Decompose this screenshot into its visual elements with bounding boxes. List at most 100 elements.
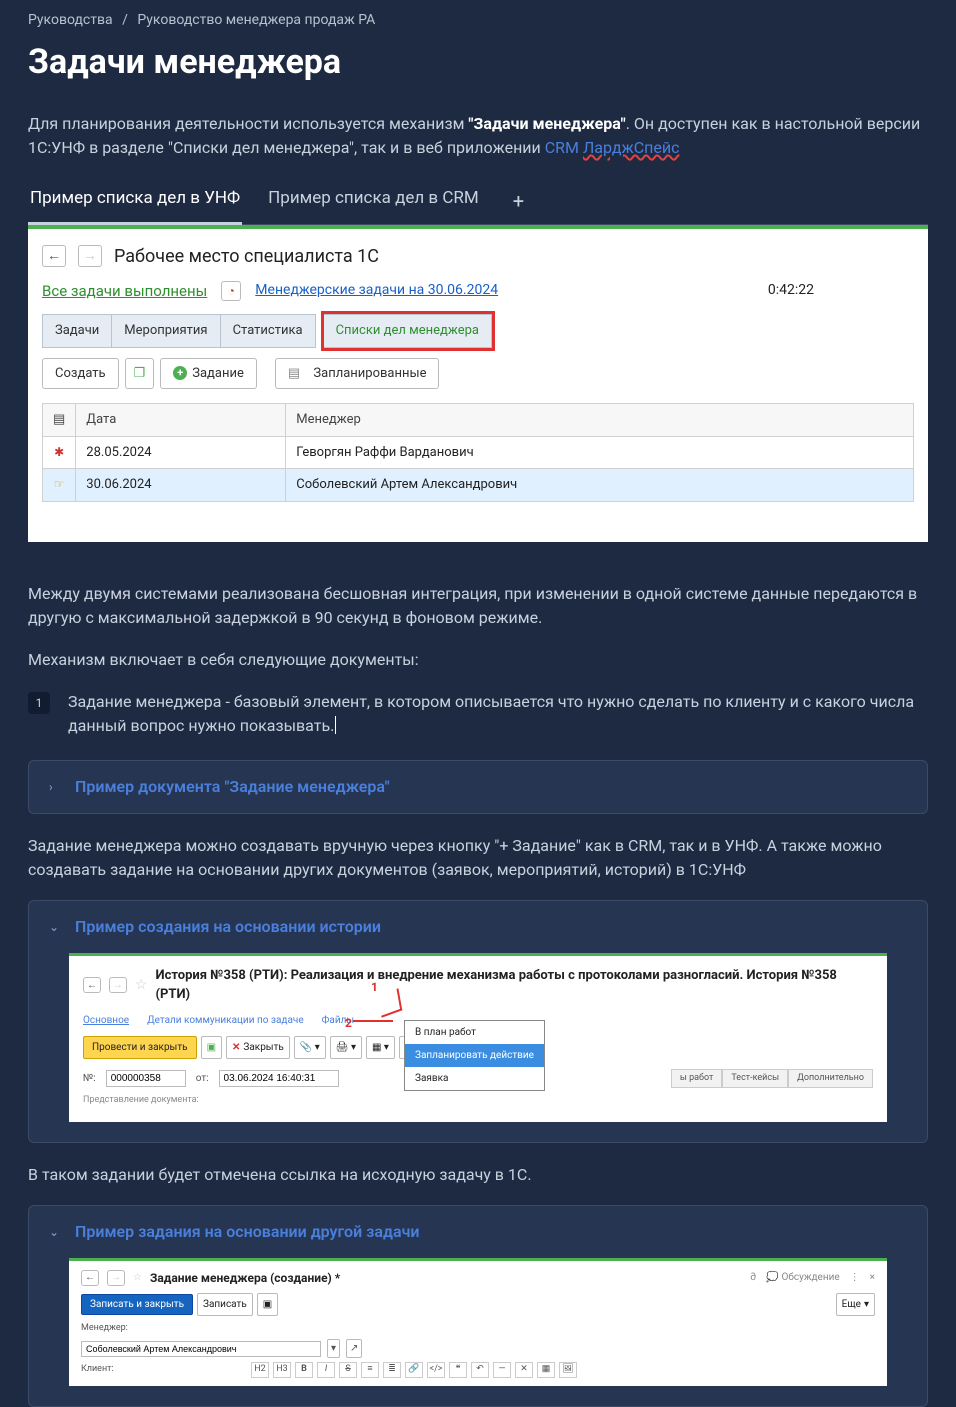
table-button[interactable]: ▦ [537, 1362, 555, 1378]
save-button[interactable]: Записать [197, 1293, 253, 1316]
close-icon[interactable]: × [870, 1270, 875, 1285]
col-manager[interactable]: Менеджер [286, 404, 914, 437]
code-button[interactable]: </> [427, 1362, 445, 1378]
task-button[interactable]: +Задание [160, 358, 257, 390]
breadcrumb-root[interactable]: Руководства [28, 12, 113, 28]
clock-icon[interactable]: ◔ [221, 281, 241, 301]
workspace-title: Рабочее место специалиста 1С [114, 243, 379, 270]
panel-create-from-history: ⌄ Пример создания на основании истории ←… [28, 900, 928, 1143]
manager-input[interactable] [81, 1341, 321, 1357]
star-icon[interactable]: ☆ [135, 975, 148, 996]
section-main[interactable]: Основное [83, 1013, 129, 1028]
italic-button[interactable]: I [317, 1362, 335, 1378]
h2-button[interactable]: H2 [251, 1362, 269, 1378]
client-label: Клиент: [81, 1363, 135, 1377]
close-button[interactable]: ✕Закрыть [226, 1036, 290, 1059]
number-input[interactable] [106, 1070, 186, 1087]
create-based-on-button[interactable]: ▦ ▾ [366, 1036, 395, 1059]
forward-button[interactable]: → [78, 245, 102, 267]
forward-button[interactable]: → [109, 977, 127, 993]
manager-tasks-link[interactable]: Менеджерские задачи на 30.06.2024 [255, 280, 498, 301]
panel-title: Пример задания на основании другой задач… [75, 1220, 420, 1244]
back-button[interactable]: ← [81, 1270, 99, 1286]
save-and-close-button[interactable]: Записать и закрыть [81, 1294, 193, 1315]
tab-events[interactable]: Мероприятия [112, 314, 220, 348]
forward-button[interactable]: → [107, 1270, 125, 1286]
row-icon: ☞ [54, 477, 65, 491]
panel-toggle[interactable]: ⌄ Пример задания на основании другой зад… [29, 1206, 927, 1258]
strike-button[interactable]: S [339, 1362, 357, 1378]
panel-title: Пример создания на основании истории [75, 915, 381, 939]
list-item-number: 1 [28, 692, 50, 714]
subtab-testcases[interactable]: Тест-кейсы [722, 1069, 788, 1089]
create-button[interactable]: Создать [42, 358, 119, 390]
panel-task-doc-example: › Пример документа "Задание менеджера" [28, 760, 928, 814]
from-label: от: [196, 1071, 209, 1086]
tab-unf[interactable]: Пример списка дел в УНФ [28, 178, 242, 225]
save-and-close-button[interactable]: Провести и закрыть [83, 1036, 197, 1059]
tab-crm[interactable]: Пример списка дел в CRM [266, 178, 481, 225]
tab-manager-todolists[interactable]: Списки дел менеджера [324, 314, 492, 348]
link-note-paragraph: В таком задании будет отмечена ссылка на… [28, 1163, 928, 1187]
dropdown-button[interactable]: ▾ [327, 1339, 340, 1358]
discussion-link[interactable]: 💭 Обсуждение [766, 1270, 840, 1285]
tab-tasks[interactable]: Задачи [42, 314, 112, 348]
bullet-list-button[interactable]: ≡ [361, 1362, 379, 1378]
todo-table: ▤ Дата Менеджер ✱ 28.05.2024 Геворгян Ра… [42, 403, 914, 502]
tab-stats[interactable]: Статистика [221, 314, 316, 348]
subtab-additional[interactable]: Дополнительно [788, 1069, 873, 1089]
screenshot-history-create: ← → ☆ История №358 (РТИ): Реализация и в… [69, 953, 887, 1122]
menu-item-request[interactable]: Заявка [405, 1067, 544, 1090]
task-doc-title: Задание менеджера (создание) * [150, 1269, 742, 1287]
manager-label: Менеджер: [81, 1322, 135, 1336]
clear-button[interactable]: ✕ [515, 1362, 533, 1378]
attach-button[interactable]: 📎 ▾ [294, 1036, 326, 1059]
col-icon: ▤ [43, 404, 76, 437]
table-row[interactable]: ✱ 28.05.2024 Геворгян Раффи Варданович [43, 436, 914, 469]
copy-button[interactable]: ❐ [125, 358, 155, 390]
create-task-paragraph: Задание менеджера можно создавать вручну… [28, 834, 928, 882]
hr-button[interactable]: — [493, 1362, 511, 1378]
menu-item-workplan[interactable]: В план работ [405, 1021, 544, 1044]
crm-link[interactable]: CRM [545, 138, 579, 157]
doc-representation-label: Представление документа: [83, 1094, 873, 1108]
panel-toggle[interactable]: ⌄ Пример создания на основании истории [29, 901, 927, 953]
subtab-work[interactable]: ы работ [671, 1069, 723, 1089]
more-button[interactable]: Еще ▾ [836, 1293, 875, 1316]
col-date[interactable]: Дата [76, 404, 286, 437]
intro-paragraph: Для планирования деятельности использует… [28, 112, 928, 160]
panel-task-from-task: ⌄ Пример задания на основании другой зад… [28, 1205, 928, 1407]
chevron-down-icon: ⌄ [49, 918, 63, 936]
star-icon[interactable]: ☆ [133, 1270, 142, 1285]
all-tasks-done-link[interactable]: Все задачи выполнены [42, 280, 207, 303]
planned-button[interactable]: ▤ Запланированные [275, 358, 440, 390]
largespace-link[interactable]: ЛарджСпейс [583, 138, 680, 157]
table-row[interactable]: ☞ 30.06.2024 Соболевский Артем Александр… [43, 469, 914, 502]
panel-title: Пример документа "Задание менеджера" [75, 775, 390, 799]
section-details[interactable]: Детали коммуникации по задаче [147, 1013, 304, 1028]
date-input[interactable] [219, 1070, 339, 1087]
h3-button[interactable]: H3 [273, 1362, 291, 1378]
panel-toggle[interactable]: › Пример документа "Задание менеджера" [29, 761, 927, 813]
image-button[interactable]: 🖼 [559, 1362, 577, 1378]
back-button[interactable]: ← [42, 245, 66, 267]
add-tab-button[interactable]: + [505, 182, 532, 220]
save-button[interactable]: ▣ [201, 1036, 222, 1059]
menu-item-plan-action[interactable]: Запланировать действие [405, 1044, 544, 1067]
page-title: Задачи менеджера [28, 37, 928, 88]
chevron-down-icon: ⌄ [49, 1223, 63, 1241]
number-list-button[interactable]: ≣ [383, 1362, 401, 1378]
link-button[interactable]: 🔗 [405, 1362, 423, 1378]
print-button[interactable]: 🖨 ▾ [330, 1036, 362, 1059]
bold-button[interactable]: B [295, 1362, 313, 1378]
breadcrumb-sep: / [122, 12, 128, 28]
open-button[interactable]: ↗ [346, 1339, 362, 1358]
more-icon[interactable]: ⋮ [850, 1270, 860, 1285]
link-icon[interactable]: ∂ [750, 1270, 756, 1285]
rich-text-toolbar: H2 H3 B I S ≡ ≣ 🔗 </> ❝ ↶ — ✕ ▦ 🖼 [251, 1362, 577, 1378]
undo-button[interactable]: ↶ [471, 1362, 489, 1378]
templates-button[interactable]: ▣ [257, 1293, 278, 1316]
back-button[interactable]: ← [83, 977, 101, 993]
annotation-arrow-2: 2 [345, 1014, 352, 1032]
quote-button[interactable]: ❝ [449, 1362, 467, 1378]
